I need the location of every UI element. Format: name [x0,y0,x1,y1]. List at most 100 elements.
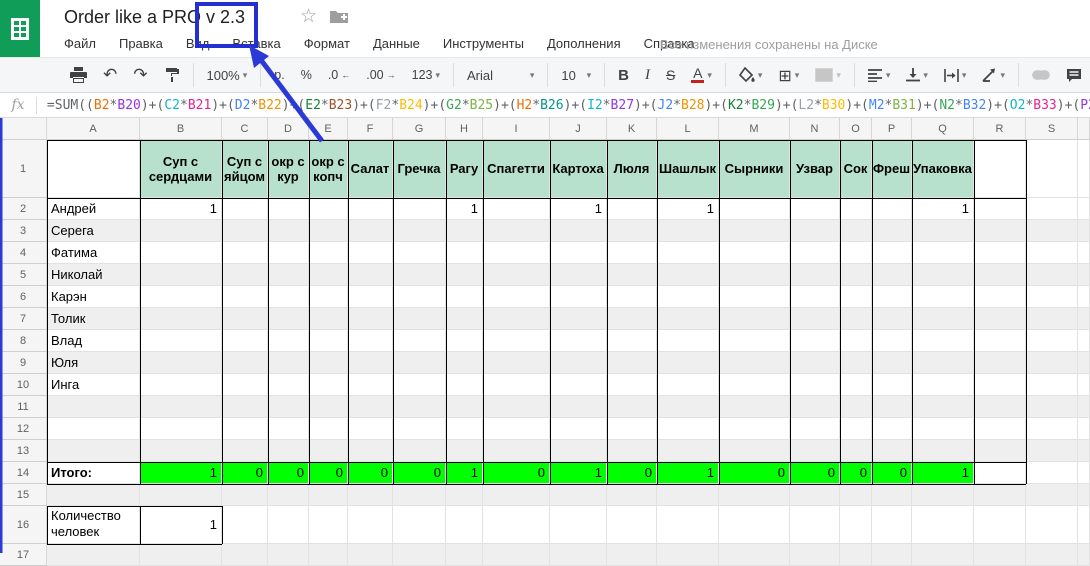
cell-J6[interactable] [550,286,607,308]
cell-I11[interactable] [483,396,550,418]
col-header-J[interactable]: J [550,118,607,140]
cell-K4[interactable] [607,242,657,264]
cell-L11[interactable] [657,396,719,418]
move-to-folder-icon[interactable] [329,9,349,25]
font-size-select[interactable]: 10 ▾ [553,62,599,88]
cell-S2[interactable] [1026,198,1078,220]
cell-J7[interactable] [550,308,607,330]
cell-R3[interactable] [974,220,1026,242]
cell-E6[interactable] [309,286,348,308]
paint-format-button[interactable] [156,62,188,88]
cell-B16[interactable]: 1 [140,506,222,544]
cell-H6[interactable] [446,286,483,308]
cell-S4[interactable] [1026,242,1078,264]
cell-S12[interactable] [1026,418,1078,440]
cell-A14[interactable]: Итого: [47,462,140,484]
cell-R13[interactable] [974,440,1026,462]
cell-E5[interactable] [309,264,348,286]
cell-G5[interactable] [393,264,446,286]
cell-Q13[interactable] [912,440,974,462]
row-header-4[interactable]: 4 [0,242,47,264]
cell-H17[interactable] [446,544,483,566]
cell-B9[interactable] [140,352,222,374]
cell-O11[interactable] [840,396,872,418]
cell-J1[interactable]: Картоха [550,140,607,198]
cell-B2[interactable]: 1 [140,198,222,220]
cell-J13[interactable] [550,440,607,462]
cell-D15[interactable] [268,484,309,506]
row-header-2[interactable]: 2 [0,198,47,220]
cell-L12[interactable] [657,418,719,440]
cell-G1[interactable]: Гречка [393,140,446,198]
cell-I9[interactable] [483,352,550,374]
col-header-G[interactable]: G [393,118,446,140]
cell-B8[interactable] [140,330,222,352]
cell-G16[interactable] [393,506,446,544]
cell-D11[interactable] [268,396,309,418]
cell-E13[interactable] [309,440,348,462]
cell-T7[interactable] [1078,308,1090,330]
cell-H4[interactable] [446,242,483,264]
row-header-17[interactable]: 17 [0,544,47,566]
cell-N15[interactable] [790,484,840,506]
cell-O5[interactable] [840,264,872,286]
cell-S15[interactable] [1026,484,1078,506]
select-all-corner[interactable] [0,118,47,140]
cell-H12[interactable] [446,418,483,440]
cell-S11[interactable] [1026,396,1078,418]
cell-F11[interactable] [348,396,393,418]
row-header-6[interactable]: 6 [0,286,47,308]
cell-G8[interactable] [393,330,446,352]
menu-addons[interactable]: Дополнения [547,36,621,51]
cell-C9[interactable] [222,352,268,374]
cell-L2[interactable]: 1 [657,198,719,220]
cell-O6[interactable] [840,286,872,308]
cell-G15[interactable] [393,484,446,506]
cell-H9[interactable] [446,352,483,374]
cell-K11[interactable] [607,396,657,418]
col-header-L[interactable]: L [657,118,719,140]
cell-H3[interactable] [446,220,483,242]
cell-A1[interactable] [47,140,140,198]
cell-P11[interactable] [872,396,912,418]
cell-O10[interactable] [840,374,872,396]
cell-M7[interactable] [719,308,790,330]
cell-G6[interactable] [393,286,446,308]
cell-P8[interactable] [872,330,912,352]
cell-B12[interactable] [140,418,222,440]
cell-I8[interactable] [483,330,550,352]
cell-R10[interactable] [974,374,1026,396]
cell-I13[interactable] [483,440,550,462]
cell-F16[interactable] [348,506,393,544]
cell-F4[interactable] [348,242,393,264]
cell-I7[interactable] [483,308,550,330]
cell-K15[interactable] [607,484,657,506]
menu-format[interactable]: Формат [304,36,350,51]
cell-F2[interactable] [348,198,393,220]
col-header-C[interactable]: C [222,118,268,140]
cell-G2[interactable] [393,198,446,220]
cell-C5[interactable] [222,264,268,286]
cell-Q6[interactable] [912,286,974,308]
cell-J4[interactable] [550,242,607,264]
cell-D1[interactable]: окр с кур [268,140,309,198]
row-header-14[interactable]: 14 [0,462,47,484]
cell-M11[interactable] [719,396,790,418]
cell-A10[interactable]: Инга [47,374,140,396]
cell-N4[interactable] [790,242,840,264]
cell-F5[interactable] [348,264,393,286]
borders-button[interactable]: ⊞ ▾ [770,62,807,88]
bold-button[interactable]: B [610,62,637,88]
cell-C7[interactable] [222,308,268,330]
cell-J8[interactable] [550,330,607,352]
cell-P9[interactable] [872,352,912,374]
cell-A6[interactable]: Карэн [47,286,140,308]
cell-F6[interactable] [348,286,393,308]
cell-K7[interactable] [607,308,657,330]
cell-N12[interactable] [790,418,840,440]
cell-D6[interactable] [268,286,309,308]
cell-L9[interactable] [657,352,719,374]
format-percent-button[interactable]: % [293,62,320,88]
cell-G9[interactable] [393,352,446,374]
cell-S7[interactable] [1026,308,1078,330]
